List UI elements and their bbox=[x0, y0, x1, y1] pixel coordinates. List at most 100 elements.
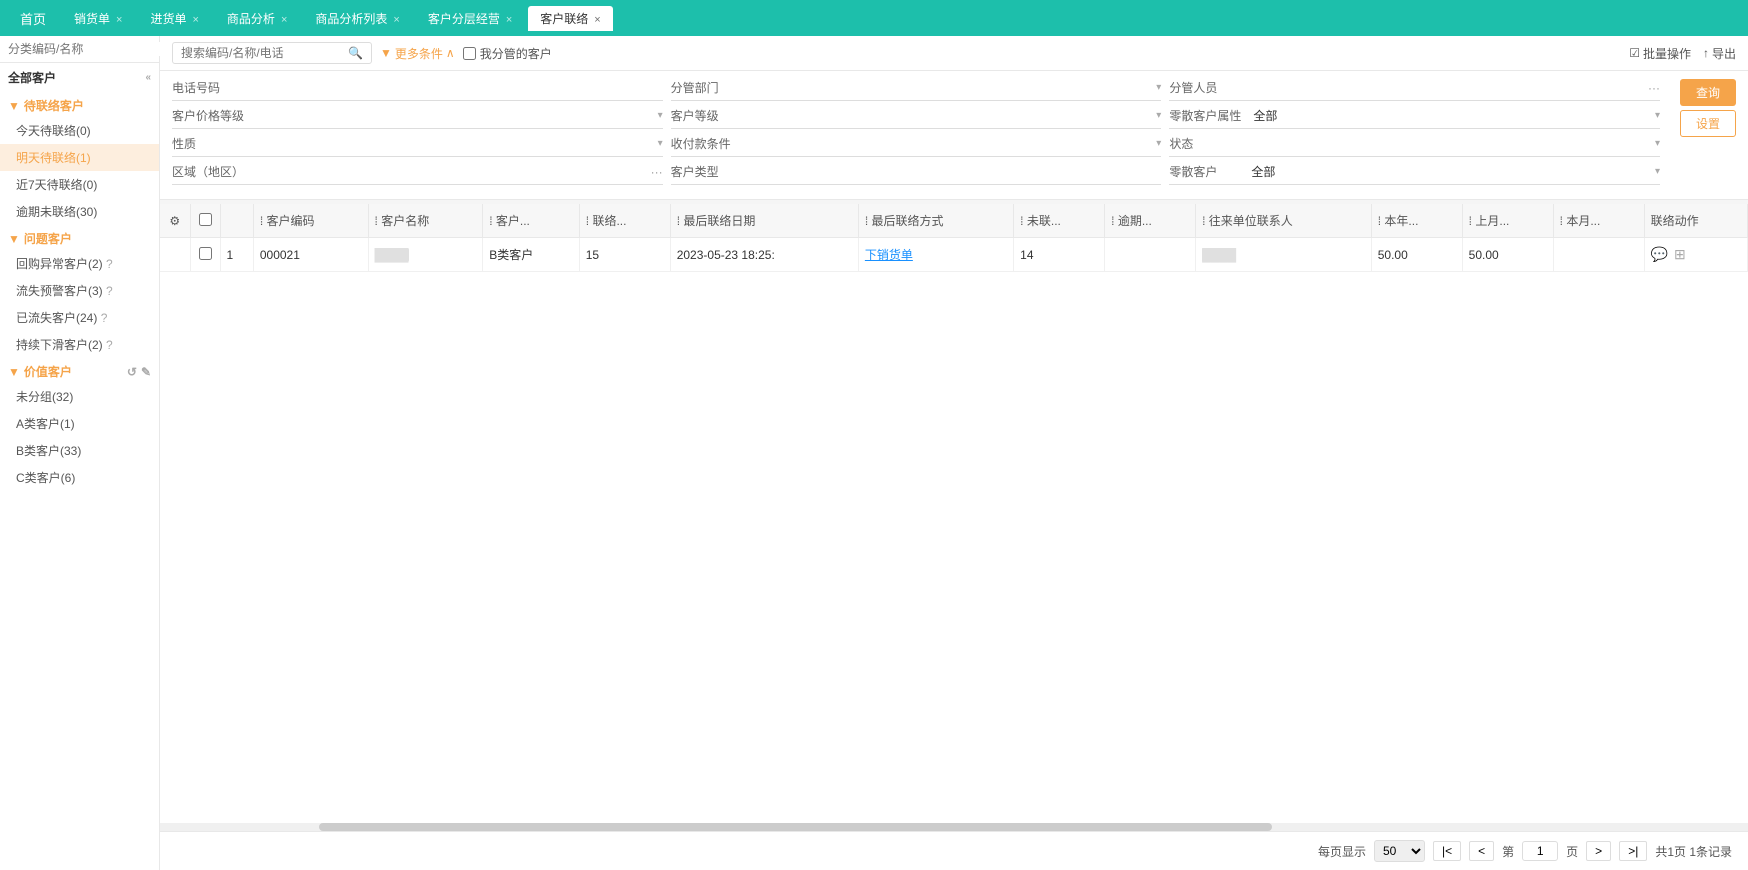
table-row: 1 000021 ████ B类客户 15 2023-05-23 18:25: … bbox=[160, 238, 1748, 272]
col-last-contact-method[interactable]: ⁞ 最后联络方式 bbox=[858, 204, 1013, 238]
sidebar-item-overdue[interactable]: 逾期未联络(30) bbox=[0, 198, 159, 225]
col-customer-name[interactable]: ⁞ 客户名称 bbox=[368, 204, 483, 238]
row-select-checkbox[interactable] bbox=[199, 247, 212, 260]
nav-home[interactable]: 首页 bbox=[8, 5, 58, 32]
sidebar-item-b[interactable]: B类客户(33) bbox=[0, 437, 159, 464]
region-select[interactable] bbox=[252, 165, 663, 179]
row-last-contact-method[interactable]: 下销货单 bbox=[858, 238, 1013, 272]
col-settings[interactable]: ⚙ bbox=[160, 204, 190, 238]
col-customer-code[interactable]: ⁞ 客户编码 bbox=[253, 204, 368, 238]
col-last-month[interactable]: ⁞ 上月... bbox=[1462, 204, 1553, 238]
customer-level-select[interactable] bbox=[749, 110, 1162, 121]
batch-operation-button[interactable]: ☑ 批量操作 bbox=[1629, 45, 1691, 62]
edit-icon[interactable]: ✎ bbox=[141, 365, 151, 379]
col-contacts[interactable]: ⁞ 联络... bbox=[579, 204, 670, 238]
refresh-icon[interactable]: ↺ bbox=[127, 365, 137, 379]
prev-page-button[interactable]: < bbox=[1469, 841, 1494, 861]
table-container: ⚙ ⁞ 客户编码 ⁞ 客户名称 ⁞ 客户... ⁞ 联络... ⁞ 最后联络日期… bbox=[160, 204, 1748, 823]
sidebar-item-warning[interactable]: 流失预警客户(3) ? bbox=[0, 277, 159, 304]
sidebar-search-input[interactable] bbox=[8, 42, 163, 56]
export-label: 导出 bbox=[1712, 45, 1736, 62]
retail-customer-value: 全部 bbox=[1251, 163, 1275, 180]
all-customers-header[interactable]: 全部客户 « bbox=[0, 63, 159, 92]
select-all-checkbox[interactable] bbox=[199, 213, 212, 226]
retail-attr-arrow-icon bbox=[1655, 110, 1660, 121]
status-select[interactable] bbox=[1247, 138, 1660, 149]
nav-product-analysis[interactable]: 商品分析× bbox=[215, 6, 299, 31]
sidebar-item-7days[interactable]: 近7天待联络(0) bbox=[0, 171, 159, 198]
horizontal-scrollbar[interactable] bbox=[160, 823, 1748, 831]
page-number-input[interactable] bbox=[1522, 841, 1558, 861]
close-purchase-icon[interactable]: × bbox=[192, 14, 198, 26]
all-customers-label: 全部客户 bbox=[8, 69, 56, 86]
next-page-button[interactable]: > bbox=[1586, 841, 1611, 861]
sidebar-item-declining[interactable]: 持续下滑客户(2) ? bbox=[0, 331, 159, 358]
more-filter-button[interactable]: ▼ 更多条件 ∧ bbox=[380, 45, 455, 62]
nav-product-analysis-list[interactable]: 商品分析列表× bbox=[303, 6, 411, 31]
retail-customer-label: 零散客户 bbox=[1169, 163, 1239, 180]
query-button[interactable]: 查询 bbox=[1680, 79, 1736, 106]
row-customer-name[interactable]: ████ bbox=[368, 238, 483, 272]
my-customer-checkbox[interactable] bbox=[463, 47, 476, 60]
export-button[interactable]: ↑ 导出 bbox=[1703, 45, 1736, 62]
toolbar-search-icon[interactable]: 🔍 bbox=[348, 46, 363, 60]
nav-customer-tier[interactable]: 客户分层经营× bbox=[416, 6, 524, 31]
row-overdue bbox=[1105, 238, 1196, 272]
nav-sales-order[interactable]: 销货单× bbox=[62, 6, 134, 31]
person-select[interactable] bbox=[1247, 81, 1660, 95]
toolbar-search-input[interactable] bbox=[181, 46, 344, 60]
close-tier-icon[interactable]: × bbox=[506, 14, 512, 26]
sidebar-item-tomorrow[interactable]: 明天待联络(1) bbox=[0, 144, 159, 171]
retail-attr-select[interactable] bbox=[1285, 110, 1660, 121]
comment-action-icon[interactable]: 💬 bbox=[1651, 246, 1668, 263]
filter-actions: 查询 设置 bbox=[1680, 79, 1736, 137]
row-checkbox[interactable] bbox=[190, 238, 220, 272]
per-page-select[interactable]: 50 100 200 bbox=[1374, 840, 1425, 862]
grid-action-icon[interactable]: ⊞ bbox=[1674, 246, 1686, 263]
sidebar-item-lost[interactable]: 已流失客户(24) ? bbox=[0, 304, 159, 331]
filter-phone: 电话号码 bbox=[172, 79, 663, 101]
sidebar-item-ungrouped[interactable]: 未分组(32) bbox=[0, 383, 159, 410]
nav-customer-contact[interactable]: 客户联络× bbox=[528, 6, 612, 31]
payment-select[interactable] bbox=[749, 138, 1162, 149]
col-customer-type[interactable]: ⁞ 客户... bbox=[483, 204, 580, 238]
my-customer-checkbox-area[interactable]: 我分管的客户 bbox=[463, 45, 552, 62]
sidebar-item-c[interactable]: C类客户(6) bbox=[0, 464, 159, 491]
col-not-contacted[interactable]: ⁞ 未联... bbox=[1014, 204, 1105, 238]
first-page-button[interactable]: |< bbox=[1433, 841, 1461, 861]
sidebar-item-a[interactable]: A类客户(1) bbox=[0, 410, 159, 437]
close-sales-icon[interactable]: × bbox=[116, 14, 122, 26]
value-level-select[interactable] bbox=[252, 110, 663, 121]
filter-row-3: 性质 收付款条件 状态 bbox=[172, 135, 1660, 157]
nature-select[interactable] bbox=[250, 138, 663, 149]
col-unit-contact[interactable]: ⁞ 往来单位联系人 bbox=[1196, 204, 1372, 238]
region-label: 区域（地区） bbox=[172, 163, 244, 180]
close-product-list-icon[interactable]: × bbox=[393, 14, 399, 26]
col-overdue[interactable]: ⁞ 逾期... bbox=[1105, 204, 1196, 238]
filter-row-2: 客户价格等级 客户等级 零散客户属性 bbox=[172, 107, 1660, 129]
content-area: 🔍 ▼ 更多条件 ∧ 我分管的客户 ☑ 批量操作 ↑ 导出 bbox=[160, 36, 1748, 870]
phone-label: 电话号码 bbox=[172, 79, 242, 96]
col-this-month[interactable]: ⁞ 本月... bbox=[1553, 204, 1644, 238]
col-last-contact-date[interactable]: ⁞ 最后联络日期 bbox=[670, 204, 858, 238]
my-customer-label: 我分管的客户 bbox=[480, 45, 552, 62]
close-product-analysis-icon[interactable]: × bbox=[281, 14, 287, 26]
contact-method-link[interactable]: 下销货单 bbox=[865, 248, 913, 262]
close-contact-icon[interactable]: × bbox=[594, 14, 600, 26]
export-icon: ↑ bbox=[1703, 46, 1709, 60]
sidebar-item-abnormal[interactable]: 回购异常客户(2) ? bbox=[0, 250, 159, 277]
row-last-month: 50.00 bbox=[1462, 238, 1553, 272]
setting-button[interactable]: 设置 bbox=[1680, 110, 1736, 137]
filter-icon: ▼ bbox=[380, 46, 392, 60]
scrollbar-thumb[interactable] bbox=[319, 823, 1272, 831]
retail-customer-select[interactable] bbox=[1283, 166, 1660, 177]
col-this-year[interactable]: ⁞ 本年... bbox=[1371, 204, 1462, 238]
filter-retail-customer: 零散客户 全部 bbox=[1169, 163, 1660, 185]
dept-select[interactable] bbox=[749, 82, 1162, 93]
last-page-button[interactable]: >| bbox=[1619, 841, 1647, 861]
col-checkbox[interactable] bbox=[190, 204, 220, 238]
pending-group-label: ▼ 待联络客户 bbox=[0, 92, 159, 117]
sidebar-item-today[interactable]: 今天待联络(0) bbox=[0, 117, 159, 144]
col-action: 联络动作 bbox=[1644, 204, 1747, 238]
nav-purchase-order[interactable]: 进货单× bbox=[138, 6, 210, 31]
